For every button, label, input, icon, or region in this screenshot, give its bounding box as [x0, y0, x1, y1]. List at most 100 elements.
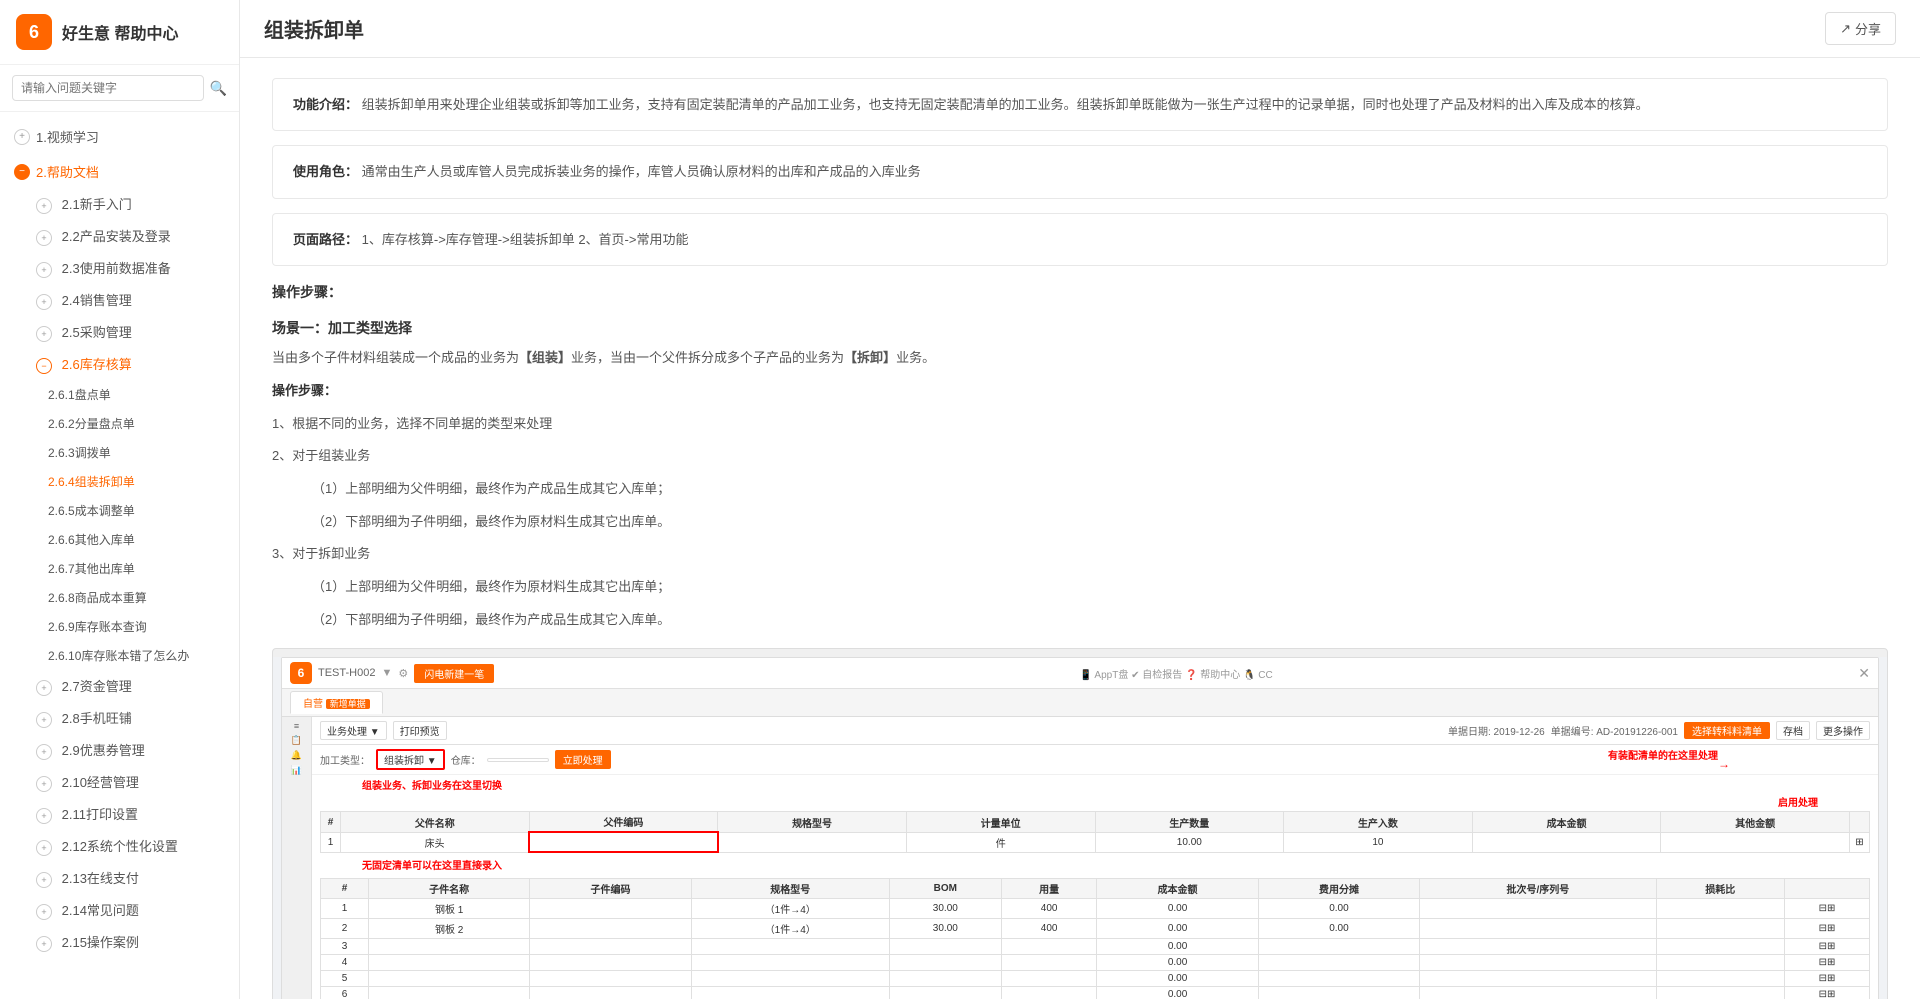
sidebar-item-costcalc[interactable]: 2.6.8商品成本重算	[0, 583, 239, 612]
plus-icon-onlinepay: +	[36, 872, 52, 888]
sidebar-item-print[interactable]: + 2.11打印设置	[0, 798, 239, 830]
main-content: 功能介绍： 组装拆卸单用来处理企业组装或拆卸等加工业务，支持有固定装配清单的产品…	[240, 58, 1920, 999]
sidebar-item-stocktake[interactable]: 2.6.1盘点单	[0, 380, 239, 409]
td-c-cost5: 0.00	[1097, 971, 1258, 987]
td-c-bom6	[889, 987, 1001, 999]
td-c-name2: 钢板 2	[368, 919, 529, 939]
td-c-use1: 400	[1001, 899, 1097, 919]
td-c-op3[interactable]: ⊟⊞	[1785, 939, 1870, 955]
app-toolbar-icons: 📱 AppT盘 ✔ 自检报告 ❓ 帮助中心 🐧 CC	[1080, 666, 1273, 681]
app-confirm-btn[interactable]: 立即处理	[555, 750, 611, 769]
th-index: #	[321, 812, 341, 833]
search-icon[interactable]: 🔍	[210, 80, 227, 97]
td-c-idx6: 6	[321, 987, 369, 999]
role-box: 使用角色： 通常由生产人员或库管人员完成拆装业务的操作，库管人员确认原材料的出库…	[272, 145, 1888, 198]
sidebar-item-partialtake[interactable]: 2.6.2分量盘点单	[0, 409, 239, 438]
td-c-op4[interactable]: ⊟⊞	[1785, 955, 1870, 971]
search-bar[interactable]: 🔍	[0, 65, 239, 112]
sidebar-item-ops[interactable]: + 2.10经营管理	[0, 766, 239, 798]
td-op-btn[interactable]: ⊞	[1850, 832, 1870, 852]
step2: 2、对于组装业务	[272, 444, 1888, 469]
sidebar-item-print-label: 2.11打印设置	[62, 807, 138, 822]
plus-icon-faq: +	[36, 904, 52, 920]
app-tab-docs[interactable]: 自营 新增单据	[290, 691, 383, 714]
disassemble-label: 【拆卸】	[844, 350, 896, 365]
sidebar-item-faq[interactable]: + 2.14常见问题	[0, 894, 239, 926]
share-button[interactable]: ↗ 分享	[1825, 12, 1896, 45]
sidebar-item-data[interactable]: + 2.3使用前数据准备	[0, 252, 239, 284]
sidebar-item-purchase[interactable]: + 2.5采购管理	[0, 316, 239, 348]
plus-icon-mobile: +	[36, 712, 52, 728]
app-nav-icon-2[interactable]: 📋	[291, 735, 302, 746]
td-c-op1[interactable]: ⊟⊞	[1785, 899, 1870, 919]
sidebar-item-finance[interactable]: + 2.7资金管理	[0, 670, 239, 702]
sidebar-item-onlinepay[interactable]: + 2.13在线支付	[0, 862, 239, 894]
child-table-row-6: 6 0.00	[321, 987, 1870, 999]
sidebar-item-assembly[interactable]: 2.6.4组装拆卸单	[0, 467, 239, 496]
td-c-name1: 钢板 1	[368, 899, 529, 919]
role-label: 使用角色：	[293, 164, 358, 179]
sidebar-item-ledgererr[interactable]: 2.6.10库存账本错了怎么办	[0, 641, 239, 670]
td-c-op5[interactable]: ⊟⊞	[1785, 971, 1870, 987]
sidebar-item-otherout[interactable]: 2.6.7其他出库单	[0, 554, 239, 583]
td-other	[1661, 832, 1850, 852]
td-c-loss6	[1656, 987, 1784, 999]
step2-sub1: （1）上部明细为父件明细，最终作为产成品生成其它入库单；	[272, 477, 1888, 502]
sidebar-nav: + 1.视频学习 − 2.帮助文档 + 2.1新手入门 + 2.2产品安装及登录	[0, 112, 239, 999]
th-child-code: 子件编码	[530, 879, 691, 899]
sidebar-item-mobile-label: 2.8手机旺铺	[62, 711, 132, 726]
sidebar-item-coupon[interactable]: + 2.9优惠券管理	[0, 734, 239, 766]
th-op	[1850, 812, 1870, 833]
th-in: 生产入数	[1284, 812, 1473, 833]
sidebar-item-cases[interactable]: + 2.15操作案例	[0, 926, 239, 958]
scene1-desc: 当由多个子件材料组装成一个成品的业务为【组装】业务，当由一个父件拆分成多个子产品…	[272, 346, 1888, 371]
app-btn-more[interactable]: 更多操作	[1816, 721, 1870, 740]
plus-icon-install: +	[36, 230, 52, 246]
app-select-bom-btn[interactable]: 选择转科料清单	[1684, 722, 1770, 739]
sidebar-item-mobile[interactable]: + 2.8手机旺铺	[0, 702, 239, 734]
td-c-alloc1: 0.00	[1258, 899, 1419, 919]
step2-sub2: （2）下部明细为子件明细，最终作为原材料生成其它出库单。	[272, 510, 1888, 535]
app-btn-action1[interactable]: 业务处理 ▼	[320, 721, 387, 740]
sidebar-item-sales[interactable]: + 2.4销售管理	[0, 284, 239, 316]
app-settings-icon: ⚙	[398, 667, 408, 680]
assemble-label: 【组装】	[519, 350, 571, 365]
td-c-alloc4	[1258, 955, 1419, 971]
step1: 1、根据不同的业务，选择不同单据的类型来处理	[272, 412, 1888, 437]
sidebar-item-inventory-label: 2.6库存核算	[62, 357, 132, 372]
sidebar-item-otherin[interactable]: 2.6.6其他入库单	[0, 525, 239, 554]
app-new-order-btn[interactable]: 闪电新建一笔	[414, 664, 494, 683]
sidebar-item-install[interactable]: + 2.2产品安装及登录	[0, 220, 239, 252]
search-input[interactable]	[12, 75, 204, 101]
sidebar-item-costadj[interactable]: 2.6.5成本调整单	[0, 496, 239, 525]
app-nav-icon-3[interactable]: 🔔	[291, 750, 302, 761]
td-c-cost4: 0.00	[1097, 955, 1258, 971]
app-warehouse-input[interactable]	[487, 758, 549, 762]
sidebar-item-system[interactable]: + 2.12系统个性化设置	[0, 830, 239, 862]
sidebar-item-ledgerquery[interactable]: 2.6.9库存账本查询	[0, 612, 239, 641]
td-c-loss4	[1656, 955, 1784, 971]
logo-icon: 6	[16, 14, 52, 50]
sidebar-item-newbie[interactable]: + 2.1新手入门	[0, 188, 239, 220]
app-btn-save[interactable]: 存档	[1776, 721, 1810, 740]
app-close-icon[interactable]: ✕	[1858, 665, 1870, 682]
app-nav-icon-1[interactable]: ≡	[294, 721, 299, 731]
td-c-use6	[1001, 987, 1097, 999]
sidebar-item-docs[interactable]: − 2.帮助文档	[0, 155, 239, 188]
sidebar-item-inventory[interactable]: − 2.6库存核算	[0, 348, 239, 380]
td-c-use3	[1001, 939, 1097, 955]
td-c-op2[interactable]: ⊟⊞	[1785, 919, 1870, 939]
td-c-cost1: 0.00	[1097, 899, 1258, 919]
td-c-batch3	[1420, 939, 1656, 955]
sidebar-item-transfer[interactable]: 2.6.3调拨单	[0, 438, 239, 467]
app-nav-icon-4[interactable]: 📊	[291, 765, 302, 776]
app-type-select[interactable]: 组装拆卸 ▼	[376, 749, 445, 770]
sidebar-item-onlinepay-label: 2.13在线支付	[62, 871, 139, 886]
app-btn-action2[interactable]: 打印预览	[393, 721, 447, 740]
app-type-label: 加工类型：	[320, 752, 370, 767]
th-qty: 生产数量	[1095, 812, 1284, 833]
td-c-op6[interactable]: ⊟⊞	[1785, 987, 1870, 999]
sidebar-item-video[interactable]: + 1.视频学习	[0, 120, 239, 153]
logo-text: 好生意 帮助中心	[62, 20, 178, 44]
td-c-code1	[530, 899, 691, 919]
